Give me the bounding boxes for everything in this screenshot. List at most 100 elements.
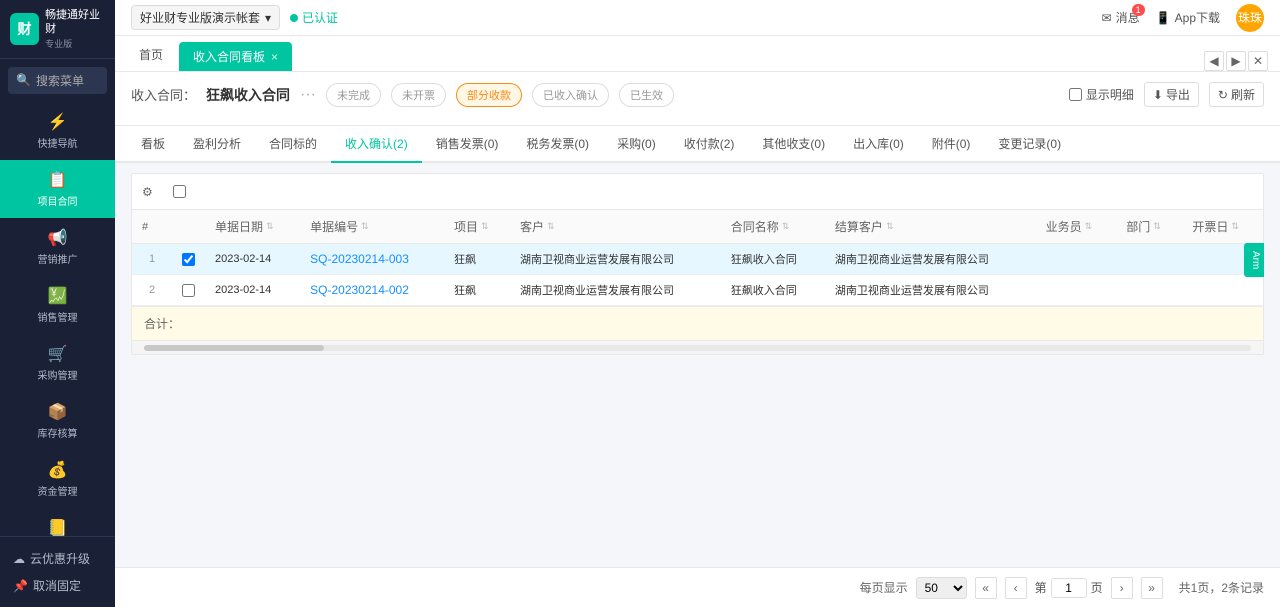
sidebar-item-general[interactable]: 📒 总账管理: [0, 508, 115, 536]
table-row[interactable]: 2 2023-02-14 SQ-20230214-002 狂飙 湖南卫视商业运营…: [132, 275, 1263, 306]
tab-contract-board[interactable]: 收入合同看板 ×: [179, 42, 292, 71]
subtab-变更记录[interactable]: 变更记录(0): [984, 126, 1075, 163]
sidebar-item-quicknav[interactable]: ⚡ 快捷导航: [0, 102, 115, 160]
subtab-出入库[interactable]: 出入库(0): [839, 126, 918, 163]
cell-code[interactable]: SQ-20230214-002: [300, 275, 444, 306]
col-settle-customer[interactable]: 结算客户⇅: [825, 210, 1036, 244]
show-detail-label: 显示明细: [1086, 86, 1134, 103]
status-uncomplete[interactable]: 未完成: [326, 83, 381, 107]
upgrade-icon: ☁: [13, 552, 25, 566]
refresh-button[interactable]: ↻ 刷新: [1209, 82, 1264, 107]
tab-next-button[interactable]: ▶: [1226, 51, 1246, 71]
arm-float-button[interactable]: Arm: [1244, 243, 1264, 277]
subtab-盈利分析[interactable]: 盈利分析: [179, 126, 255, 163]
tab-close-button[interactable]: ×: [271, 50, 278, 64]
subtab-采购[interactable]: 采购(0): [603, 126, 670, 163]
cell-contract-name: 狂飙收入合同: [721, 244, 825, 275]
next-page-button[interactable]: ›: [1111, 577, 1133, 599]
prev-page-button[interactable]: ‹: [1005, 577, 1027, 599]
export-label: 导出: [1166, 86, 1190, 103]
status-active[interactable]: 已生效: [619, 83, 674, 107]
subtab-其他收支[interactable]: 其他收支(0): [748, 126, 839, 163]
col-invoice-date[interactable]: 开票日⇅: [1182, 210, 1263, 244]
sidebar-item-inventory[interactable]: 📦 库存核算: [0, 392, 115, 450]
subtab-收入确认[interactable]: 收入确认(2): [331, 126, 422, 163]
message-button[interactable]: ✉ 消息 1: [1102, 9, 1140, 26]
message-badge: 1: [1132, 4, 1145, 16]
scroll-bar-track[interactable]: [144, 345, 1251, 351]
status-partial[interactable]: 部分收款: [456, 83, 522, 107]
cell-code[interactable]: SQ-20230214-003: [300, 244, 444, 275]
sidebar-item-sales[interactable]: 💹 销售管理: [0, 276, 115, 334]
cell-salesperson: [1036, 275, 1117, 306]
show-detail-checkbox[interactable]: [1069, 88, 1082, 101]
sidebar-item-funds[interactable]: 💰 资金管理: [0, 450, 115, 508]
col-salesperson-label: 业务员: [1046, 218, 1082, 235]
export-icon: ⬇: [1153, 88, 1163, 102]
sidebar-item-purchase[interactable]: 🛒 采购管理: [0, 334, 115, 392]
sort-customer-icon: ⇅: [547, 221, 555, 232]
contract-more-button[interactable]: ···: [300, 86, 316, 104]
page-size-select[interactable]: 50 20 100: [916, 577, 967, 599]
subtab-收付款[interactable]: 收付款(2): [670, 126, 749, 163]
sidebar-search-area: 🔍 搜索菜单: [0, 59, 115, 102]
sidebar-unpin-btn[interactable]: 📌 取消固定: [8, 572, 107, 599]
sidebar: 财 畅捷通好业财 专业版 🔍 搜索菜单 ⚡ 快捷导航 📋 项目合同 📢 营销推广…: [0, 0, 115, 607]
col-dept[interactable]: 部门⇅: [1116, 210, 1182, 244]
page-total: 共1页，2条记录: [1179, 579, 1264, 596]
col-date[interactable]: 单据日期⇅: [205, 210, 300, 244]
sidebar-item-marketing[interactable]: 📢 营销推广: [0, 218, 115, 276]
refresh-label: 刷新: [1231, 86, 1255, 103]
col-customer[interactable]: 客户⇅: [510, 210, 721, 244]
status-noinvoice[interactable]: 未开票: [391, 83, 446, 107]
page-input[interactable]: [1051, 578, 1087, 598]
settings-icon[interactable]: ⚙: [142, 185, 153, 199]
main-area: 好业财专业版演示帐套 ▾ 已认证 ✉ 消息 1 📱 App下载 珠珠 首页 收入…: [115, 0, 1280, 607]
general-icon: 📒: [48, 518, 68, 536]
download-label: App下载: [1175, 9, 1220, 26]
sort-date-icon: ⇅: [266, 221, 274, 232]
table-area: ⚙ # 单据日期⇅ 单据编号⇅ 项目⇅ 客户⇅ 合同名称⇅ 结算客户: [131, 173, 1264, 355]
company-selector[interactable]: 好业财专业版演示帐套 ▾: [131, 5, 280, 30]
col-project[interactable]: 项目⇅: [444, 210, 510, 244]
first-page-button[interactable]: «: [975, 577, 997, 599]
sidebar-upgrade-btn[interactable]: ☁ 云优惠升级: [8, 545, 107, 572]
scroll-bar-thumb[interactable]: [144, 345, 324, 351]
sidebar-logo: 财 畅捷通好业财 专业版: [0, 0, 115, 59]
select-all-checkbox[interactable]: [173, 185, 186, 198]
purchase-label: 采购管理: [38, 367, 78, 382]
col-code[interactable]: 单据编号⇅: [300, 210, 444, 244]
subtab-看板[interactable]: 看板: [127, 126, 179, 163]
message-icon: ✉: [1102, 11, 1112, 25]
show-detail-checkbox-label[interactable]: 显示明细: [1069, 86, 1134, 103]
subtab-合同标的[interactable]: 合同标的: [255, 126, 331, 163]
tab-close-all-button[interactable]: ✕: [1248, 51, 1268, 71]
app-download-button[interactable]: 📱 App下载: [1156, 9, 1220, 26]
status-confirmed[interactable]: 已收入确认: [532, 83, 609, 107]
tab-home[interactable]: 首页: [127, 40, 175, 71]
col-contract-name-label: 合同名称: [731, 218, 779, 235]
cell-checkbox[interactable]: [172, 275, 205, 306]
sidebar-bottom: ☁ 云优惠升级 📌 取消固定: [0, 536, 115, 607]
export-button[interactable]: ⬇ 导出: [1144, 82, 1199, 107]
sidebar-item-project[interactable]: 📋 项目合同: [0, 160, 115, 218]
subtab-附件[interactable]: 附件(0): [918, 126, 985, 163]
user-avatar[interactable]: 珠珠: [1236, 4, 1264, 32]
col-contract-name[interactable]: 合同名称⇅: [721, 210, 825, 244]
funds-icon: 💰: [48, 460, 68, 480]
search-menu-button[interactable]: 🔍 搜索菜单: [8, 67, 107, 94]
inventory-icon: 📦: [48, 402, 68, 422]
cell-checkbox[interactable]: [172, 244, 205, 275]
page-unit: 页: [1091, 579, 1103, 596]
last-page-button[interactable]: »: [1141, 577, 1163, 599]
cell-settle-customer: 湖南卫视商业运营发展有限公司: [825, 275, 1036, 306]
tab-prev-button[interactable]: ◀: [1204, 51, 1224, 71]
subtab-销售发票[interactable]: 销售发票(0): [422, 126, 513, 163]
table-row[interactable]: 1 2023-02-14 SQ-20230214-003 狂飙 湖南卫视商业运营…: [132, 244, 1263, 275]
subtab-税务发票[interactable]: 税务发票(0): [512, 126, 603, 163]
col-salesperson[interactable]: 业务员⇅: [1036, 210, 1117, 244]
cell-invoice-date: [1182, 275, 1263, 306]
cell-customer: 湖南卫视商业运营发展有限公司: [510, 275, 721, 306]
quicknav-icon: ⚡: [48, 112, 68, 132]
refresh-icon: ↻: [1218, 88, 1228, 102]
